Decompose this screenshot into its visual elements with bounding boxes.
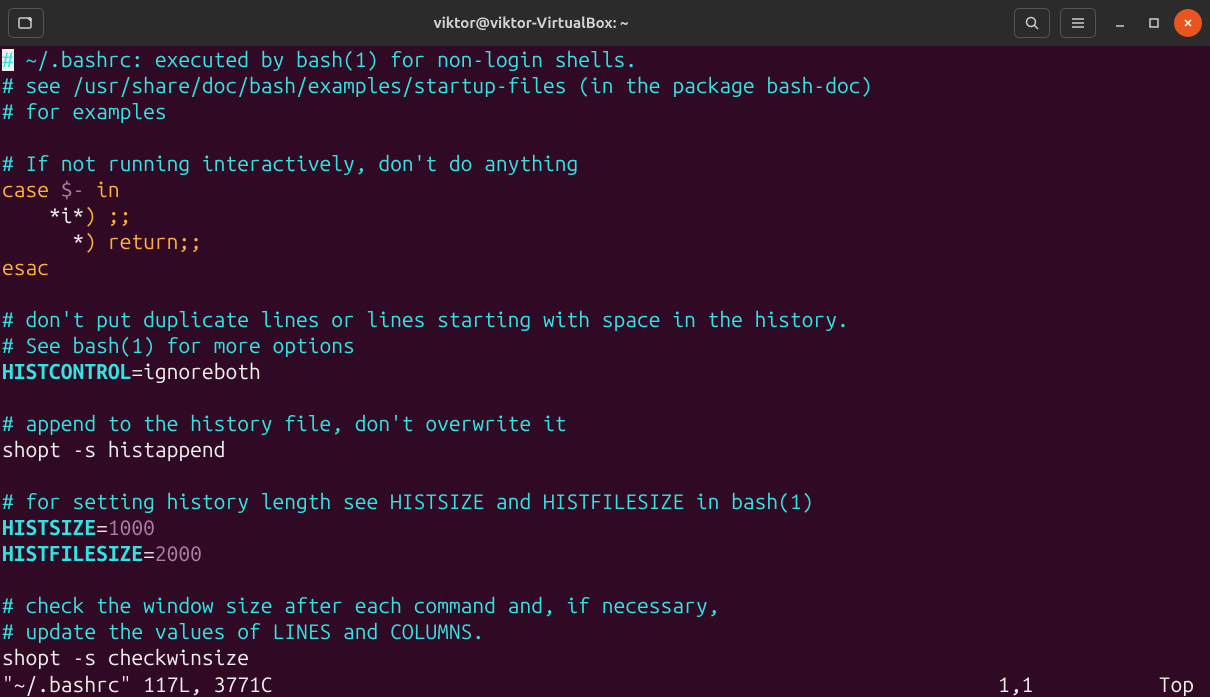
code-line: [2, 280, 1208, 306]
hamburger-icon: [1070, 15, 1086, 31]
code-line: esac: [2, 254, 1208, 280]
titlebar: viktor@viktor-VirtualBox: ~: [0, 0, 1210, 46]
code-line: # append to the history file, don't over…: [2, 410, 1208, 436]
new-tab-icon: [17, 14, 35, 32]
maximize-button[interactable]: [1140, 9, 1168, 37]
status-cursor-pos: 1,1: [998, 671, 1148, 697]
search-icon: [1024, 15, 1040, 31]
status-scroll-pct: Top: [1148, 671, 1208, 697]
code-line: # update the values of LINES and COLUMNS…: [2, 618, 1208, 644]
minimize-icon: [1114, 17, 1126, 29]
code-line: # If not running interactively, don't do…: [2, 150, 1208, 176]
window-title: viktor@viktor-VirtualBox: ~: [48, 10, 1014, 36]
code-line: # for examples: [2, 98, 1208, 124]
code-line: # see /usr/share/doc/bash/examples/start…: [2, 72, 1208, 98]
new-tab-button[interactable]: [8, 8, 44, 38]
code-line: HISTCONTROL=ignoreboth: [2, 358, 1208, 384]
code-line: case $- in: [2, 176, 1208, 202]
code-line: [2, 124, 1208, 150]
code-line: # for setting history length see HISTSIZ…: [2, 488, 1208, 514]
code-line: shopt -s histappend: [2, 436, 1208, 462]
code-line: HISTFILESIZE=2000: [2, 540, 1208, 566]
status-file: "~/.bashrc" 117L, 3771C: [2, 671, 998, 697]
code-line: HISTSIZE=1000: [2, 514, 1208, 540]
maximize-icon: [1148, 17, 1160, 29]
code-line: # See bash(1) for more options: [2, 332, 1208, 358]
code-line: # ~/.bashrc: executed by bash(1) for non…: [2, 46, 1208, 72]
menu-button[interactable]: [1060, 8, 1096, 38]
code-line: [2, 566, 1208, 592]
search-button[interactable]: [1014, 8, 1050, 38]
vim-status-line: "~/.bashrc" 117L, 3771C 1,1 Top: [0, 671, 1210, 697]
code-line: *) return;;: [2, 228, 1208, 254]
code-line: shopt -s checkwinsize: [2, 644, 1208, 670]
code-line: # don't put duplicate lines or lines sta…: [2, 306, 1208, 332]
code-line: [2, 384, 1208, 410]
minimize-button[interactable]: [1106, 9, 1134, 37]
code-line: # check the window size after each comma…: [2, 592, 1208, 618]
code-line: [2, 462, 1208, 488]
close-icon: [1182, 17, 1194, 29]
close-button[interactable]: [1174, 9, 1202, 37]
code-line: *i*) ;;: [2, 202, 1208, 228]
editor-viewport[interactable]: # ~/.bashrc: executed by bash(1) for non…: [0, 46, 1210, 670]
